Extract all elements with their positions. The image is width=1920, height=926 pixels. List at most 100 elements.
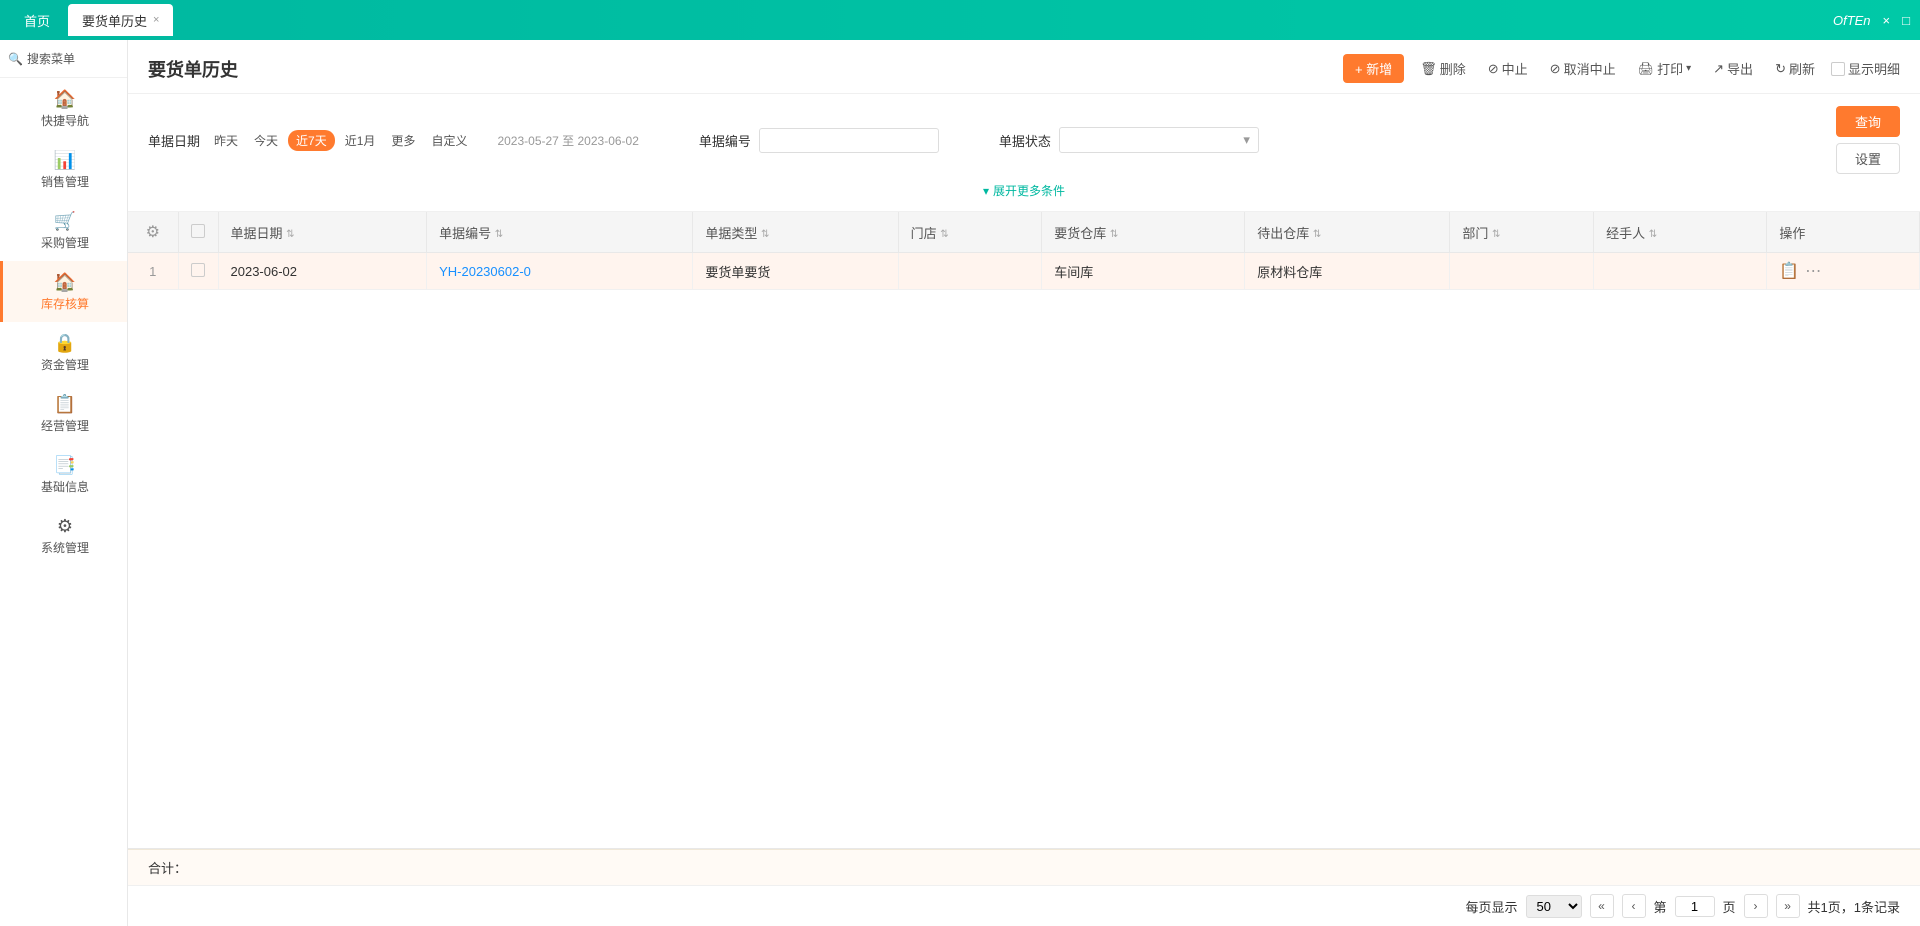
total-row: 合计： (128, 849, 1920, 885)
print-button[interactable]: 🖨 打印 ▾ (1632, 55, 1698, 82)
sidebar-item-inventory-label: 库存核算 (41, 295, 89, 312)
filter-settings-button[interactable]: 设置 (1836, 143, 1900, 174)
table-header-row: ⚙ 单据日期 ⇅ 单据编号 ⇅ 单据类型 ⇅ 门店 ⇅ 要货仓库 ⇅ 待出仓库 … (128, 212, 1920, 253)
data-table: ⚙ 单据日期 ⇅ 单据编号 ⇅ 单据类型 ⇅ 门店 ⇅ 要货仓库 ⇅ 待出仓库 … (128, 212, 1920, 290)
date-btn-last1month[interactable]: 近1月 (339, 130, 382, 151)
show-detail-check-icon[interactable] (1831, 62, 1845, 76)
page-size-select[interactable]: 20 50 100 (1526, 895, 1582, 918)
date-btn-last7days[interactable]: 近7天 (288, 130, 335, 151)
last-page-btn[interactable]: » (1776, 894, 1800, 918)
content-area: 要货单历史 + 新增 🗑 删除 ⊘ 中止 ⊘ 取消中止 🖨 打印 (128, 40, 1920, 926)
sidebar: 🔍 搜索菜单 🏠 快捷导航 📊 销售管理 🛒 采购管理 🏠 库存核算 🔒 资金管… (0, 40, 128, 926)
page-number-input[interactable] (1675, 896, 1715, 917)
date-btn-today[interactable]: 今天 (248, 130, 284, 151)
sidebar-item-system-mgmt[interactable]: ⚙ 系统管理 (0, 505, 127, 566)
total-info: 共1页，1条记录 (1808, 897, 1900, 916)
tab-requisition-history[interactable]: 要货单历史 × (68, 4, 173, 36)
sort-doc-date-icon[interactable]: ⇅ (286, 229, 294, 240)
row-handler (1594, 253, 1767, 290)
doc-number-input[interactable] (759, 128, 939, 153)
cancel-stop-button[interactable]: ⊘ 取消中止 (1544, 55, 1622, 82)
expand-more-button[interactable]: ▾ 展开更多条件 (983, 182, 1065, 199)
print-icon: 🖨 (1638, 61, 1655, 77)
basic-info-icon: 📑 (54, 456, 76, 474)
sidebar-item-operations-mgmt[interactable]: 📋 经营管理 (0, 383, 127, 444)
show-detail-checkbox[interactable]: 显示明细 (1831, 59, 1900, 78)
select-all-checkbox[interactable] (191, 224, 205, 238)
row-doc-number: YH-20230602-0 (427, 253, 693, 290)
purchase-mgmt-icon: 🛒 (54, 212, 76, 230)
row-pending-warehouse: 原材料仓库 (1245, 253, 1450, 290)
cancel-stop-label: 取消中止 (1564, 59, 1616, 78)
sort-req-warehouse-icon[interactable]: ⇅ (1110, 229, 1118, 240)
window-maximize-icon[interactable]: □ (1902, 13, 1910, 28)
main-layout: 🔍 搜索菜单 🏠 快捷导航 📊 销售管理 🛒 采购管理 🏠 库存核算 🔒 资金管… (0, 40, 1920, 926)
sidebar-item-operations-mgmt-label: 经营管理 (41, 417, 89, 434)
delete-button[interactable]: 🗑 删除 (1414, 55, 1472, 82)
row-more-icon[interactable]: ⋯ (1805, 261, 1821, 281)
prev-page-btn[interactable]: ‹ (1622, 894, 1646, 918)
tab-home[interactable]: 首页 (10, 4, 64, 36)
sidebar-item-quick-nav[interactable]: 🏠 快捷导航 (0, 78, 127, 139)
sidebar-item-inventory[interactable]: 🏠 库存核算 (0, 261, 127, 322)
filter-area: 单据日期 昨天 今天 近7天 近1月 更多 自定义 2023-05-27 至 2… (128, 94, 1920, 212)
sidebar-item-sales-mgmt-label: 销售管理 (41, 173, 89, 190)
sidebar-item-basic-info-label: 基础信息 (41, 478, 89, 495)
sort-department-icon[interactable]: ⇅ (1492, 229, 1500, 240)
col-pending-warehouse: 待出仓库 ⇅ (1245, 212, 1450, 253)
doc-status-select[interactable]: ▾ (1059, 127, 1259, 153)
pagination-row: 每页显示 20 50 100 « ‹ 第 页 › » 共1页，1条记录 (128, 885, 1920, 926)
stop-icon: ⊘ (1488, 61, 1499, 77)
close-tab-icon[interactable]: × (153, 14, 159, 26)
sidebar-item-quick-nav-label: 快捷导航 (41, 112, 89, 129)
sidebar-item-finance-mgmt[interactable]: 🔒 资金管理 (0, 322, 127, 383)
sidebar-item-basic-info[interactable]: 📑 基础信息 (0, 444, 127, 505)
window-close-icon[interactable]: × (1883, 13, 1891, 28)
toolbar: + 新增 🗑 删除 ⊘ 中止 ⊘ 取消中止 🖨 打印 ▾ (1343, 54, 1900, 83)
row-checkbox[interactable] (178, 253, 218, 290)
sales-mgmt-icon: 📊 (54, 151, 76, 169)
page-input-label: 第 (1654, 897, 1667, 916)
cancel-stop-icon: ⊘ (1550, 61, 1561, 77)
filter-group-doc-status: 单据状态 ▾ (999, 127, 1259, 153)
sidebar-item-sales-mgmt[interactable]: 📊 销售管理 (0, 139, 127, 200)
query-button[interactable]: 查询 (1836, 106, 1900, 137)
sort-doc-number-icon[interactable]: ⇅ (495, 229, 503, 240)
sort-handler-icon[interactable]: ⇅ (1649, 229, 1657, 240)
filter-group-doc-number: 单据编号 (699, 128, 939, 153)
row-store (898, 253, 1042, 290)
delete-icon: 🗑 (1420, 61, 1437, 77)
table-check-col[interactable] (178, 212, 218, 253)
sidebar-search[interactable]: 🔍 搜索菜单 (0, 40, 127, 78)
date-btn-yesterday[interactable]: 昨天 (208, 130, 244, 151)
date-btn-custom[interactable]: 自定义 (425, 130, 473, 151)
col-doc-number: 单据编号 ⇅ (427, 212, 693, 253)
export-button[interactable]: ↗ 导出 (1707, 55, 1759, 82)
footer: 合计： 每页显示 20 50 100 « ‹ 第 页 › » 共1页，1条记录 (128, 848, 1920, 926)
date-btn-more[interactable]: 更多 (385, 130, 421, 151)
operations-mgmt-icon: 📋 (54, 395, 76, 413)
export-icon: ↗ (1713, 61, 1724, 77)
sort-doc-type-icon[interactable]: ⇅ (761, 229, 769, 240)
refresh-button[interactable]: ↻ 刷新 (1769, 55, 1821, 82)
sort-store-icon[interactable]: ⇅ (940, 229, 948, 240)
row-doc-type: 要货单要货 (693, 253, 898, 290)
stop-label: 中止 (1502, 59, 1528, 78)
table-settings-col[interactable]: ⚙ (128, 212, 178, 253)
new-button[interactable]: + 新增 (1343, 54, 1404, 83)
row-req-warehouse: 车间库 (1042, 253, 1245, 290)
expand-more-row: ▾ 展开更多条件 (148, 182, 1900, 199)
col-doc-date: 单据日期 ⇅ (218, 212, 427, 253)
stop-button[interactable]: ⊘ 中止 (1482, 55, 1534, 82)
sort-pending-warehouse-icon[interactable]: ⇅ (1313, 229, 1321, 240)
first-page-btn[interactable]: « (1590, 894, 1614, 918)
sidebar-search-label: 搜索菜单 (27, 50, 75, 67)
doc-number-link[interactable]: YH-20230602-0 (439, 264, 531, 279)
next-page-btn[interactable]: › (1744, 894, 1768, 918)
row-view-icon[interactable]: 📋 (1779, 261, 1799, 281)
expand-icon: ▾ (983, 184, 989, 198)
doc-status-dropdown-icon: ▾ (1243, 132, 1250, 148)
inventory-icon: 🏠 (54, 273, 76, 291)
col-store: 门店 ⇅ (898, 212, 1042, 253)
sidebar-item-purchase-mgmt[interactable]: 🛒 采购管理 (0, 200, 127, 261)
